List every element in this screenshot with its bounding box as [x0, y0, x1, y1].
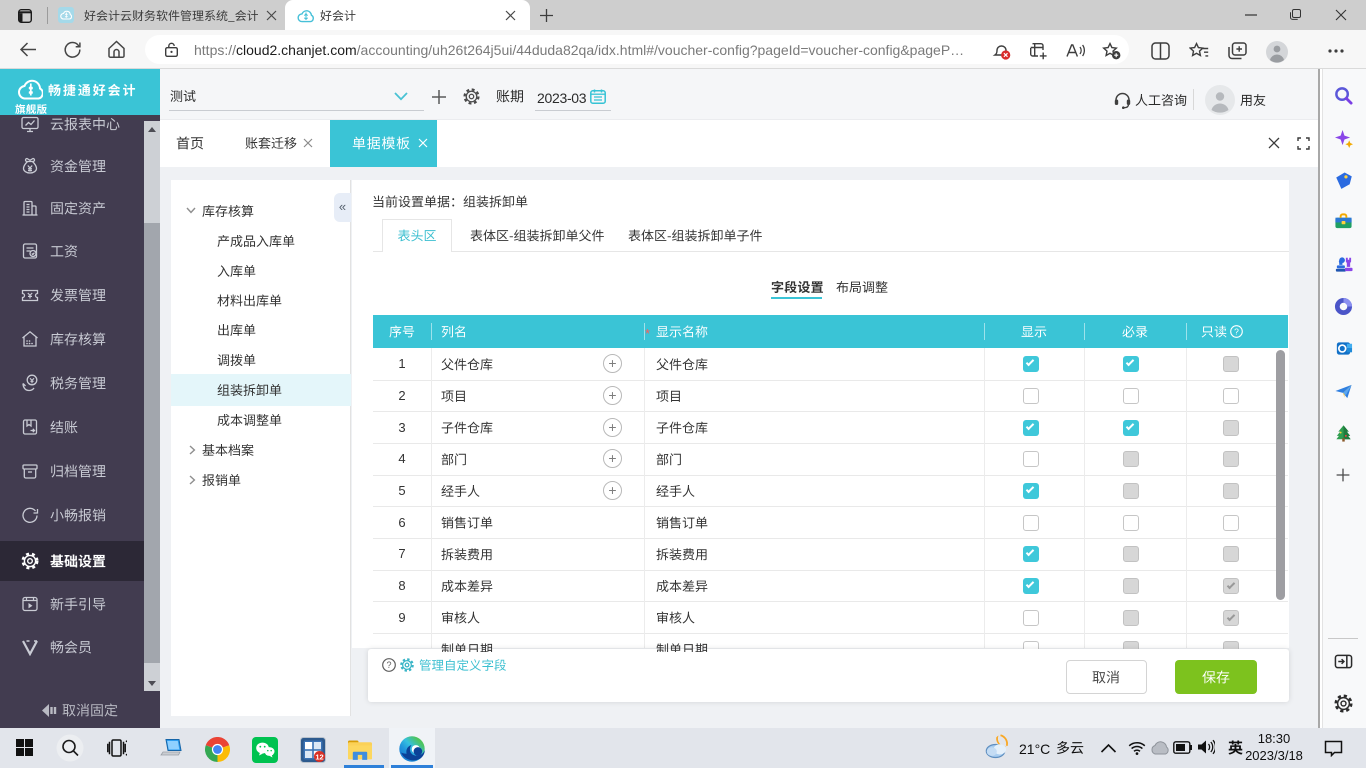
- svg-text:12: 12: [315, 752, 323, 761]
- svg-text:?: ?: [1234, 326, 1239, 336]
- svg-text:?: ?: [386, 660, 391, 670]
